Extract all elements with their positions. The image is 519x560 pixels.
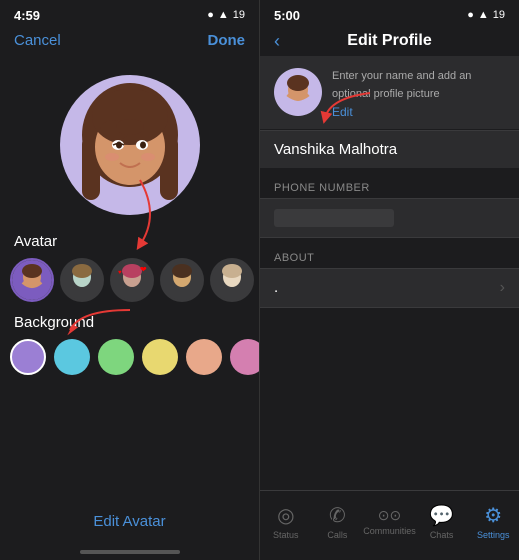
avatar-area: [0, 55, 259, 225]
avatar-section-label: Avatar: [0, 225, 259, 254]
nav-item-calls[interactable]: ✆ Calls: [312, 503, 364, 540]
top-bar-right: ‹ Edit Profile: [260, 28, 519, 56]
battery-icon-right: 19: [493, 9, 505, 21]
wifi-icon: ▲: [218, 9, 229, 21]
thumb-avatar-svg-1: [12, 260, 52, 300]
avatar-thumb-2[interactable]: [60, 258, 104, 302]
left-panel: 4:59 ● ▲ 19 Cancel Done: [0, 0, 259, 560]
avatar-svg: [60, 75, 200, 215]
status-nav-label: Status: [273, 530, 299, 540]
about-field-row[interactable]: . ›: [260, 268, 519, 308]
page-title: Edit Profile: [347, 32, 431, 50]
home-indicator-left: [80, 550, 180, 554]
profile-avatar-small[interactable]: [274, 68, 322, 116]
phone-field-row[interactable]: [260, 198, 519, 238]
status-icons-left: ● ▲ 19: [207, 9, 245, 21]
top-bar-left: Cancel Done: [0, 28, 259, 55]
settings-nav-icon: ⚙: [484, 503, 502, 528]
profile-avatar-svg: [276, 70, 320, 114]
status-time-left: 4:59: [14, 8, 40, 23]
status-nav-icon: ◎: [277, 503, 294, 528]
calls-nav-icon: ✆: [329, 503, 346, 528]
background-section-label: Background: [0, 306, 259, 335]
avatar-row: ❤ ♥: [0, 254, 259, 306]
avatar-thumb-1[interactable]: [10, 258, 54, 302]
name-value: Vanshika Malhotra: [274, 141, 397, 158]
color-row: [0, 335, 259, 379]
thumb-avatar-svg-5: [212, 260, 252, 300]
avatar-thumb-5[interactable]: [210, 258, 254, 302]
about-section: ABOUT . ›: [260, 252, 519, 308]
color-swatch-purple[interactable]: [10, 339, 46, 375]
color-swatch-green[interactable]: [98, 339, 134, 375]
status-icons-right: ● ▲ 19: [467, 9, 505, 21]
about-section-label: ABOUT: [260, 252, 519, 268]
status-bar-right: 5:00 ● ▲ 19: [260, 0, 519, 28]
name-field[interactable]: Vanshika Malhotra: [260, 130, 519, 168]
communities-nav-icon: ⊙⊙: [378, 507, 401, 524]
nav-item-communities[interactable]: ⊙⊙ Communities: [363, 507, 416, 536]
chats-nav-icon: 💬: [429, 503, 454, 528]
color-swatch-pink[interactable]: [230, 339, 259, 375]
avatar-thumb-3[interactable]: ❤ ♥: [110, 258, 154, 302]
svg-text:❤: ❤: [140, 265, 147, 274]
svg-text:♥: ♥: [118, 270, 122, 276]
back-button[interactable]: ‹: [274, 31, 280, 52]
nav-item-settings[interactable]: ⚙ Settings: [467, 503, 519, 540]
thumb-avatar-svg-4: [162, 260, 202, 300]
right-panel: 5:00 ● ▲ 19 ‹ Edit Profile Enter your na…: [259, 0, 519, 560]
profile-section: Enter your name and add an optional prof…: [260, 56, 519, 129]
edit-avatar-button[interactable]: Edit Avatar: [93, 513, 165, 530]
profile-hint-text: Enter your name and add an optional prof…: [332, 70, 471, 100]
profile-hint-area: Enter your name and add an optional prof…: [332, 66, 505, 119]
status-bar-left: 4:59 ● ▲ 19: [0, 0, 259, 28]
chats-nav-label: Chats: [430, 530, 454, 540]
nav-item-chats[interactable]: 💬 Chats: [416, 503, 468, 540]
color-swatch-peach[interactable]: [186, 339, 222, 375]
cancel-button[interactable]: Cancel: [14, 32, 61, 49]
signal-icon: ●: [207, 9, 214, 21]
done-button[interactable]: Done: [208, 32, 246, 49]
phone-value-placeholder: [274, 209, 394, 227]
edit-profile-photo-link[interactable]: Edit: [332, 105, 505, 119]
avatar-circle[interactable]: [60, 75, 200, 215]
phone-section: PHONE NUMBER: [260, 182, 519, 238]
battery-icon: 19: [233, 9, 245, 21]
thumb-avatar-svg-2: [62, 260, 102, 300]
color-swatch-cyan[interactable]: [54, 339, 90, 375]
thumb-avatar-svg-3: ❤ ♥: [112, 260, 152, 300]
bottom-nav: ◎ Status ✆ Calls ⊙⊙ Communities 💬 Chats …: [260, 490, 519, 560]
status-time-right: 5:00: [274, 8, 300, 23]
avatar-thumb-4[interactable]: [160, 258, 204, 302]
calls-nav-label: Calls: [327, 530, 347, 540]
phone-section-label: PHONE NUMBER: [260, 182, 519, 198]
nav-item-status[interactable]: ◎ Status: [260, 503, 312, 540]
settings-nav-label: Settings: [477, 530, 510, 540]
communities-nav-label: Communities: [363, 526, 416, 536]
signal-icon-right: ●: [467, 9, 474, 21]
wifi-icon-right: ▲: [478, 9, 489, 21]
about-value: .: [274, 279, 278, 296]
color-swatch-yellow[interactable]: [142, 339, 178, 375]
about-arrow-icon: ›: [500, 279, 505, 297]
